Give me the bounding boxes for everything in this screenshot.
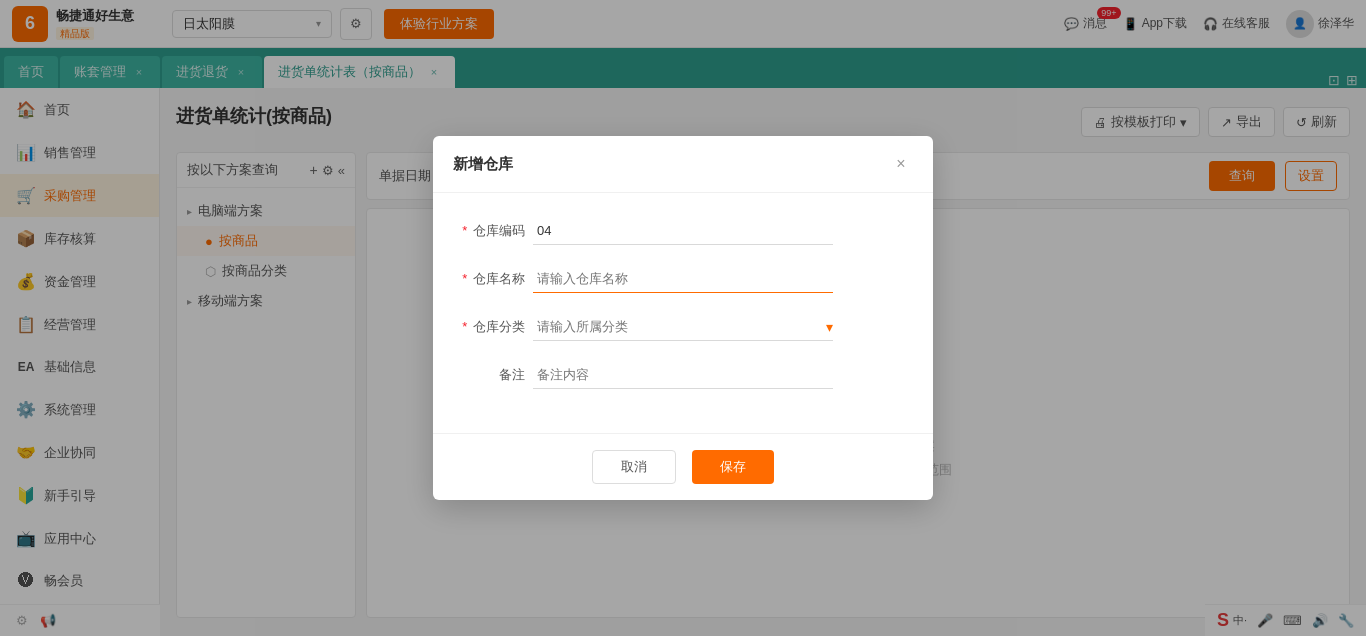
- name-label: * 仓库名称: [453, 270, 533, 288]
- remark-input[interactable]: [533, 361, 833, 389]
- cancel-button[interactable]: 取消: [592, 450, 676, 484]
- modal-backdrop: 新增仓库 × * 仓库编码 * 仓库名称: [0, 0, 1366, 636]
- category-label: * 仓库分类: [453, 318, 533, 336]
- category-input[interactable]: [533, 313, 826, 340]
- category-field-row: * 仓库分类 ▾: [453, 313, 913, 341]
- remark-label: 备注: [453, 366, 533, 384]
- add-warehouse-modal: 新增仓库 × * 仓库编码 * 仓库名称: [433, 136, 933, 500]
- name-field-row: * 仓库名称: [453, 265, 913, 293]
- code-input[interactable]: [533, 217, 833, 245]
- modal-title: 新增仓库: [453, 155, 513, 174]
- code-label: * 仓库编码: [453, 222, 533, 240]
- modal-header: 新增仓库 ×: [433, 136, 933, 193]
- modal-footer: 取消 保存: [433, 433, 933, 500]
- code-field-row: * 仓库编码: [453, 217, 913, 245]
- category-chevron-icon: ▾: [826, 319, 833, 335]
- modal-close-button[interactable]: ×: [889, 152, 913, 176]
- remark-field-row: 备注: [453, 361, 913, 389]
- modal-body: * 仓库编码 * 仓库名称 * 仓库分类: [433, 193, 933, 433]
- name-input[interactable]: [533, 265, 833, 293]
- save-button[interactable]: 保存: [692, 450, 774, 484]
- category-selector[interactable]: ▾: [533, 313, 833, 341]
